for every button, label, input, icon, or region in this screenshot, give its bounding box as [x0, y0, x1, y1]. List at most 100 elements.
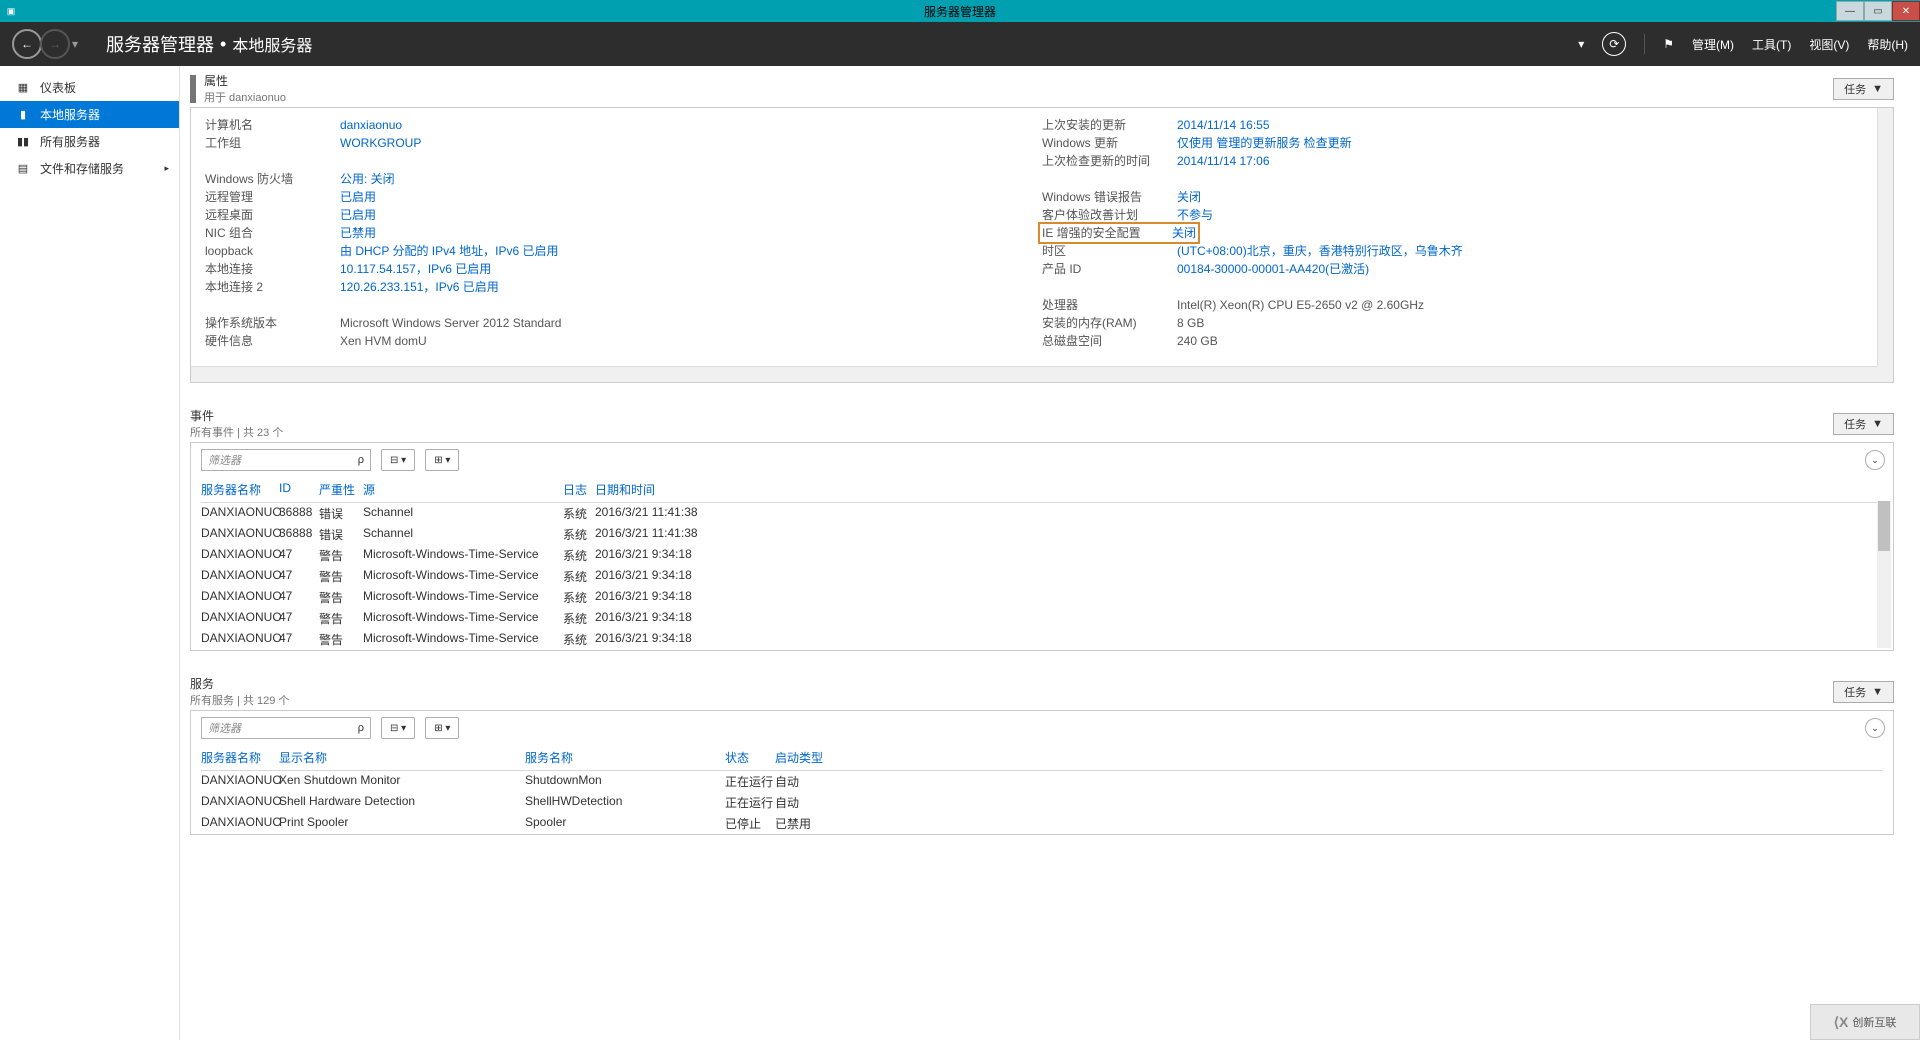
property-value[interactable]: WORKGROUP	[340, 135, 421, 151]
property-value[interactable]: 10.117.54.157，IPv6 已启用	[340, 261, 491, 277]
events-tasks-button[interactable]: 任务 ▼	[1833, 413, 1894, 435]
column-header[interactable]: 服务器名称	[201, 481, 279, 498]
breadcrumb-root[interactable]: 服务器管理器	[106, 31, 214, 57]
column-header[interactable]: 显示名称	[279, 749, 525, 766]
table-cell: ShutdownMon	[525, 773, 725, 790]
property-value: Intel(R) Xeon(R) CPU E5-2650 v2 @ 2.60GH…	[1177, 297, 1424, 313]
vertical-scrollbar[interactable]	[1877, 501, 1891, 648]
events-options-button[interactable]: ⊟ ▾	[381, 449, 415, 471]
header-dropdown-icon[interactable]: ▾	[1578, 37, 1584, 51]
table-cell: Microsoft-Windows-Time-Service	[363, 589, 563, 606]
table-row[interactable]: DANXIAONUOShell Hardware DetectionShellH…	[201, 792, 1883, 813]
property-value[interactable]: 00184-30000-00001-AA420(已激活)	[1177, 261, 1369, 277]
menu-tools[interactable]: 工具(T)	[1752, 36, 1791, 53]
table-cell: Microsoft-Windows-Time-Service	[363, 547, 563, 564]
table-cell: 系统	[563, 526, 595, 543]
column-header[interactable]: 源	[363, 481, 563, 498]
property-label: Windows 错误报告	[1042, 189, 1177, 205]
table-row[interactable]: DANXIAONUO47警告Microsoft-Windows-Time-Ser…	[201, 608, 1883, 629]
services-section: 服务 所有服务 | 共 129 个 任务 ▼ 筛选器 ρ ⊟ ▾	[190, 669, 1894, 835]
property-label: 安装的内存(RAM)	[1042, 315, 1177, 331]
table-cell: Xen Shutdown Monitor	[279, 773, 525, 790]
table-cell: 自动	[775, 773, 855, 790]
column-header[interactable]: 服务器名称	[201, 749, 279, 766]
property-label: NIC 组合	[205, 225, 340, 241]
search-icon: ρ	[358, 454, 364, 466]
property-value[interactable]: 仅使用 管理的更新服务 检查更新	[1177, 135, 1352, 151]
menu-manage[interactable]: 管理(M)	[1692, 36, 1734, 53]
sidebar: ▦ 仪表板 ▮ 本地服务器 ▮▮ 所有服务器 ▤ 文件和存储服务 ▸	[0, 66, 180, 1040]
property-value[interactable]: (UTC+08:00)北京，重庆，香港特别行政区，乌鲁木齐	[1177, 243, 1463, 259]
table-cell: 警告	[319, 631, 363, 648]
property-row: 本地连接10.117.54.157，IPv6 已启用	[205, 260, 1042, 278]
property-value[interactable]: 2014/11/14 16:55	[1177, 117, 1270, 133]
property-value[interactable]: 已禁用	[340, 225, 376, 241]
column-header[interactable]: 严重性	[319, 481, 363, 498]
table-cell: 47	[279, 631, 319, 648]
property-value[interactable]: 公用: 关闭	[340, 171, 395, 187]
horizontal-scrollbar[interactable]	[191, 366, 1877, 382]
menu-view[interactable]: 视图(V)	[1809, 36, 1849, 53]
events-filter-input[interactable]: 筛选器 ρ	[201, 449, 371, 471]
vertical-scrollbar[interactable]	[1877, 108, 1893, 366]
table-cell: 警告	[319, 547, 363, 564]
property-value[interactable]: 不参与	[1177, 207, 1213, 223]
file-storage-icon: ▤	[16, 162, 30, 175]
events-expand-button[interactable]: ⌄	[1865, 450, 1885, 470]
property-row: 上次检查更新的时间2014/11/14 17:06	[1042, 152, 1879, 170]
property-value[interactable]: 120.26.233.151，IPv6 已启用	[340, 279, 499, 295]
property-value[interactable]: 已启用	[340, 189, 376, 205]
table-row[interactable]: DANXIAONUO36888错误Schannel系统2016/3/21 11:…	[201, 524, 1883, 545]
property-value[interactable]: 由 DHCP 分配的 IPv4 地址，IPv6 已启用	[340, 243, 558, 259]
table-cell: Schannel	[363, 526, 563, 543]
chevron-down-icon: ▼	[1872, 686, 1883, 698]
property-value[interactable]: 关闭	[1177, 189, 1201, 205]
table-row[interactable]: DANXIAONUO36888错误Schannel系统2016/3/21 11:…	[201, 503, 1883, 524]
property-row: 时区(UTC+08:00)北京，重庆，香港特别行政区，乌鲁木齐	[1042, 242, 1879, 260]
minimize-button[interactable]: —	[1836, 1, 1864, 21]
nav-dropdown-icon[interactable]: ▾	[72, 37, 78, 51]
menu-help[interactable]: 帮助(H)	[1867, 36, 1908, 53]
services-tasks-button[interactable]: 任务 ▼	[1833, 681, 1894, 703]
table-cell: DANXIAONUO	[201, 610, 279, 627]
column-header[interactable]: 启动类型	[775, 749, 855, 766]
property-value[interactable]: 已启用	[340, 207, 376, 223]
property-value[interactable]: danxiaonuo	[340, 117, 402, 133]
sidebar-item-file-storage[interactable]: ▤ 文件和存储服务 ▸	[0, 155, 179, 182]
column-header[interactable]: 日志	[563, 481, 595, 498]
column-header[interactable]: 服务名称	[525, 749, 725, 766]
column-header[interactable]: ID	[279, 481, 319, 498]
table-row[interactable]: DANXIAONUO47警告Microsoft-Windows-Time-Ser…	[201, 629, 1883, 650]
services-title: 服务	[190, 675, 289, 692]
maximize-button[interactable]: ▭	[1864, 1, 1892, 21]
properties-tasks-button[interactable]: 任务 ▼	[1833, 78, 1894, 100]
nav-back-button[interactable]: ←	[12, 29, 42, 59]
sidebar-item-dashboard[interactable]: ▦ 仪表板	[0, 74, 179, 101]
tasks-label: 任务	[1844, 416, 1866, 432]
events-save-button[interactable]: ⊞ ▾	[425, 449, 459, 471]
services-expand-button[interactable]: ⌄	[1865, 718, 1885, 738]
table-cell: 警告	[319, 610, 363, 627]
services-options-button[interactable]: ⊟ ▾	[381, 717, 415, 739]
table-cell: 47	[279, 547, 319, 564]
services-save-button[interactable]: ⊞ ▾	[425, 717, 459, 739]
table-row[interactable]: DANXIAONUO47警告Microsoft-Windows-Time-Ser…	[201, 566, 1883, 587]
flag-icon[interactable]: ⚑	[1663, 37, 1674, 51]
table-cell: Microsoft-Windows-Time-Service	[363, 610, 563, 627]
refresh-button[interactable]: ⟳	[1602, 32, 1626, 56]
nav-forward-button[interactable]: →	[40, 29, 70, 59]
property-value[interactable]: 2014/11/14 17:06	[1177, 153, 1270, 169]
close-button[interactable]: ✕	[1892, 1, 1920, 21]
table-row[interactable]: DANXIAONUO47警告Microsoft-Windows-Time-Ser…	[201, 545, 1883, 566]
table-cell: 系统	[563, 505, 595, 522]
properties-section: 属性 用于 danxiaonuo 任务 ▼ 计算机名danxiaonuo工作组W…	[190, 66, 1894, 383]
sidebar-item-all-servers[interactable]: ▮▮ 所有服务器	[0, 128, 179, 155]
table-row[interactable]: DANXIAONUOPrint SpoolerSpooler已停止已禁用	[201, 813, 1883, 834]
column-header[interactable]: 状态	[725, 749, 775, 766]
sidebar-item-local-server[interactable]: ▮ 本地服务器	[0, 101, 179, 128]
table-row[interactable]: DANXIAONUO47警告Microsoft-Windows-Time-Ser…	[201, 587, 1883, 608]
services-filter-input[interactable]: 筛选器 ρ	[201, 717, 371, 739]
column-header[interactable]: 日期和时间	[595, 481, 735, 498]
table-row[interactable]: DANXIAONUOXen Shutdown MonitorShutdownMo…	[201, 771, 1883, 792]
services-subtitle: 所有服务 | 共 129 个	[190, 692, 289, 708]
